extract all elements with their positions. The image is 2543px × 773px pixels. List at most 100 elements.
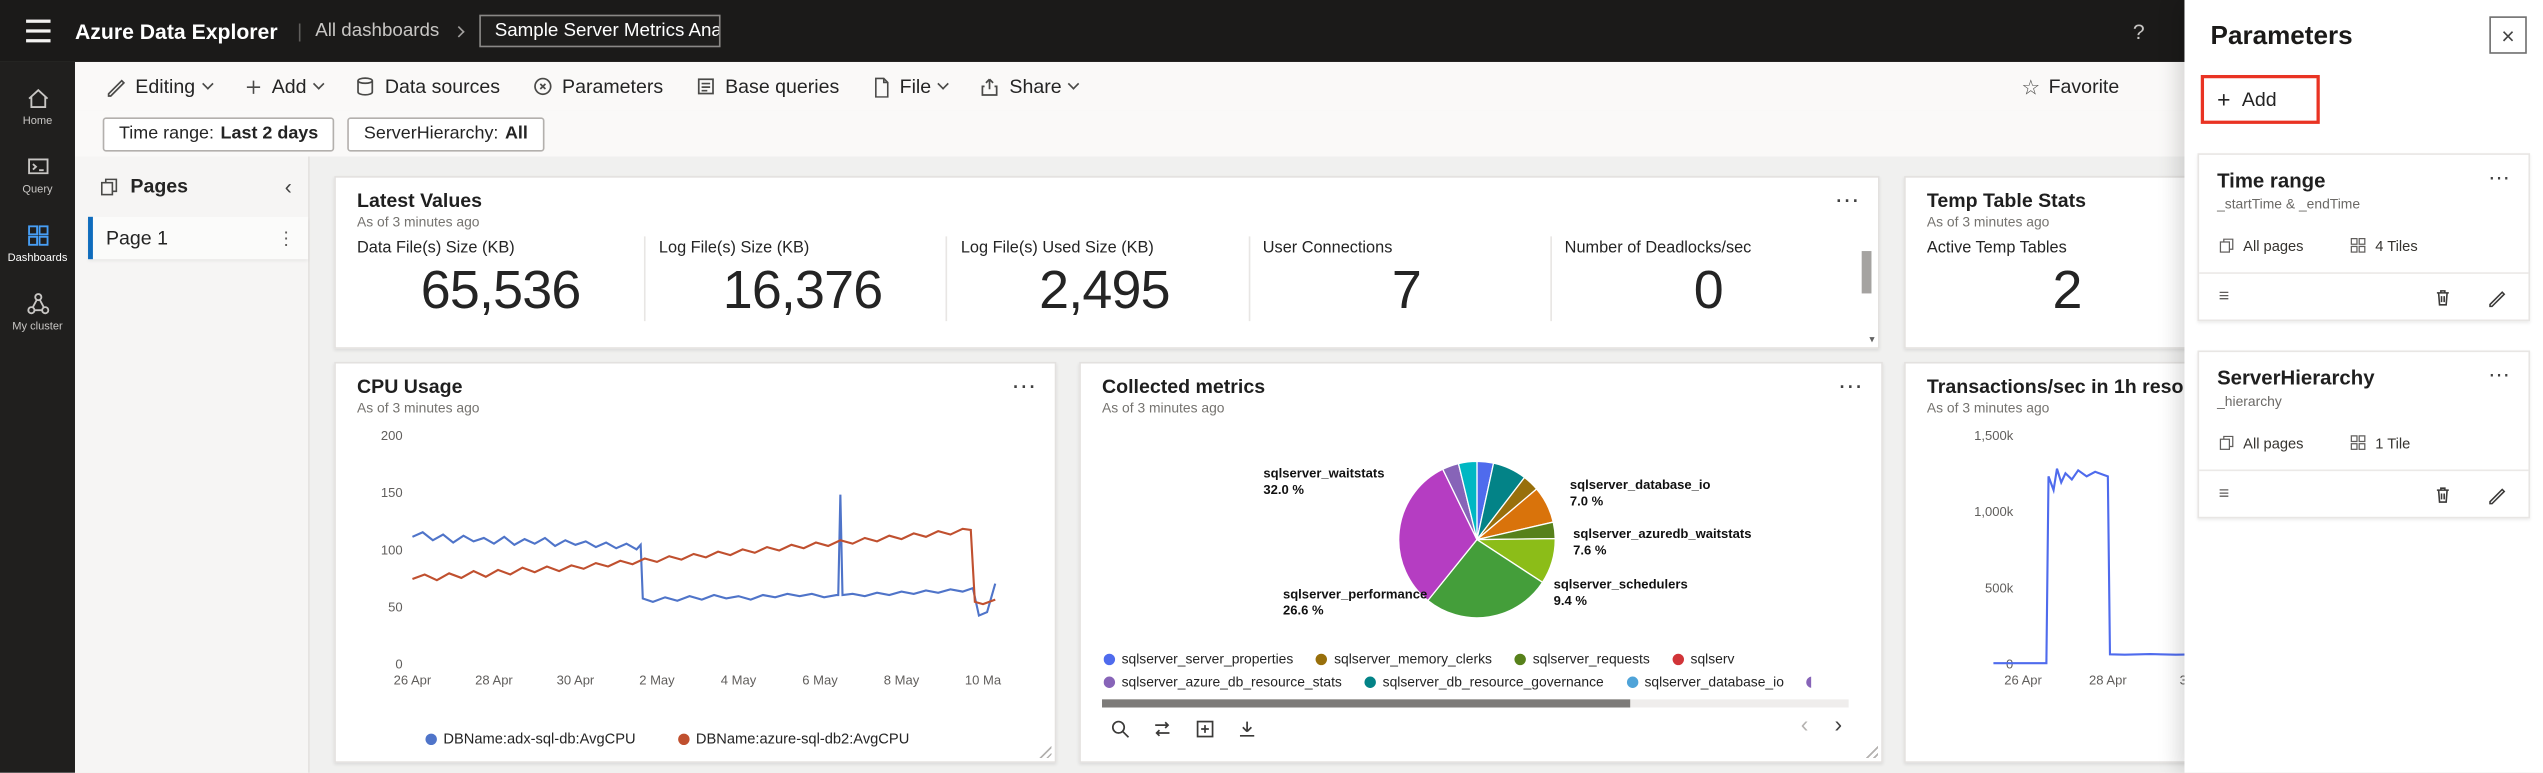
favorite-button[interactable]: ☆ Favorite [2021,75,2119,98]
parameter-card-time-range: Time range _startTime & _endTime … All p… [2197,153,2531,322]
parameter-card-subtitle: _startTime & _endTime [2217,195,2361,212]
annotation-highlight-box: + Add [2200,74,2320,124]
drag-handle-icon[interactable]: ≡ [2219,484,2229,503]
tile-more-icon[interactable]: … [1834,178,1862,215]
svg-text:1,500k: 1,500k [1974,428,2014,443]
file-menu-button[interactable]: File [870,74,950,98]
delete-parameter-icon[interactable] [2429,481,2455,507]
server-hierarchy-filter-pill[interactable]: ServerHierarchy: All [347,116,545,151]
stat-value: 0 [1693,259,1724,320]
breadcrumb-chevron-icon [453,25,466,37]
legend-dot-icon [1514,652,1527,665]
pages-icon [100,177,118,195]
add-parameter-button[interactable]: + Add [2207,82,2286,118]
legend-dot-icon [1626,675,1638,688]
base-queries-icon [697,78,714,95]
dashboard-title-input[interactable]: Sample Server Metrics Anal [480,14,722,48]
pie-chart-legend: sqlserver_server_properties sqlserver_mem… [1103,650,1812,690]
share-menu-button[interactable]: Share [978,75,1080,98]
tile-scrollbar[interactable] [1861,251,1872,294]
sidebar-item-query[interactable]: Query [0,140,75,208]
sidebar-item-home[interactable]: Home [0,72,75,140]
svg-text:26 Apr: 26 Apr [394,673,432,688]
svg-text:10 Ma: 10 Ma [965,673,1002,688]
pager-next-icon[interactable]: › [1835,712,1843,735]
help-button[interactable]: ? [2113,0,2165,62]
swap-arrows-icon[interactable] [1149,716,1175,742]
legend-item: sqlserver_server_properties [1103,650,1293,667]
legend-horizontal-scrollbar[interactable] [1102,699,1849,708]
parameters-button[interactable]: Parameters [531,75,663,98]
sidebar-item-label: Dashboards [7,252,68,265]
pager-prev-icon[interactable]: ‹ [1801,712,1809,735]
page-item-page-1[interactable]: Page 1 ⋮ [88,216,309,260]
time-range-value: Last 2 days [220,123,319,144]
time-range-label: Time range: [119,123,215,144]
scrollbar-thumb[interactable] [1102,699,1631,708]
file-label: File [899,74,932,98]
hamburger-menu-icon[interactable] [0,0,75,62]
chevron-down-icon [201,78,214,90]
edit-parameter-icon[interactable] [2483,284,2509,310]
left-nav-sidebar: Home Query Dashboards My cluster [0,61,75,773]
scroll-down-icon[interactable]: ▾ [1869,333,1874,345]
search-icon[interactable] [1107,716,1133,742]
parameter-card-server-hierarchy: ServerHierarchy _hierarchy … All pages 1… [2197,350,2531,519]
breadcrumb-all-dashboards[interactable]: All dashboards [315,21,439,41]
stat-label: Number of Deadlocks/sec [1564,239,1752,258]
stat-column: Number of Deadlocks/sec 0 [1550,236,1852,322]
parameters-icon [533,77,552,96]
pencil-icon [107,79,126,97]
pages-scope-icon [2219,238,2234,253]
page-more-icon[interactable]: ⋮ [277,227,308,249]
title-separator: | [297,19,303,43]
collapse-pages-icon[interactable]: ‹ [285,175,292,196]
plus-icon: + [2217,86,2231,113]
parameters-panel: Parameters × + Add Time range _startTime… [2184,0,2543,773]
stat-column: Data File(s) Size (KB) 65,536 [357,236,644,321]
sidebar-item-label: Query [22,184,53,196]
close-panel-button[interactable]: × [2489,16,2527,54]
sidebar-item-my-cluster[interactable]: My cluster [0,277,75,345]
stat-label: Log File(s) Size (KB) [658,239,810,258]
legend-item: sqlserv [1672,650,1734,667]
add-menu-button[interactable]: Add [242,75,325,98]
pie-label-performance: sqlserver_performance 26.6 % [1282,586,1428,619]
stat-value: 16,376 [722,259,883,320]
editing-menu-button[interactable]: Editing [104,74,214,98]
chevron-down-icon [313,78,325,90]
cpu-line-chart: 0 50 100 150 200 26 Apr 28 Apr 30 Apr 2 May 4 May… [336,364,1055,762]
app-title: Azure Data Explorer [74,18,278,44]
edit-parameter-icon[interactable] [2483,481,2509,507]
svg-text:6 May: 6 May [802,673,838,688]
stat-column: Log File(s) Used Size (KB) 2,495 [946,236,1248,322]
tile-toolbar [1107,716,1260,742]
pages-panel-title: Pages [130,174,189,198]
parameter-card-footer: ≡ [2199,272,2529,319]
sidebar-item-label: My cluster [12,321,63,333]
query-icon [27,158,48,175]
card-more-icon[interactable]: … [2488,158,2512,184]
pie-label-azuredb-waitstats: sqlserver_azuredb_waitstats 7.6 % [1573,526,1752,559]
pages-scope: All pages [2217,236,2304,254]
add-to-dashboard-icon[interactable] [1192,716,1218,742]
stat-label: Log File(s) Used Size (KB) [960,239,1154,258]
stat-column: Active Temp Tables 2 [1927,236,2207,321]
legend-dot-icon [1316,652,1328,665]
download-icon[interactable] [1234,716,1260,742]
stat-value: 7 [1391,259,1422,320]
svg-text:0: 0 [395,656,402,671]
drag-handle-icon[interactable]: ≡ [2219,287,2229,306]
card-more-icon[interactable]: … [2488,355,2512,381]
time-range-filter-pill[interactable]: Time range: Last 2 days [102,116,335,151]
svg-text:50: 50 [388,599,402,614]
data-sources-button[interactable]: Data sources [354,75,500,98]
tiles-usage-icon [2350,435,2366,450]
cluster-icon [26,293,49,315]
svg-text:500k: 500k [1985,580,2014,595]
editing-label: Editing [135,74,196,98]
base-queries-button[interactable]: Base queries [694,75,839,98]
svg-text:4 May: 4 May [721,673,757,688]
delete-parameter-icon[interactable] [2429,284,2455,310]
sidebar-item-dashboards[interactable]: Dashboards [0,209,75,277]
